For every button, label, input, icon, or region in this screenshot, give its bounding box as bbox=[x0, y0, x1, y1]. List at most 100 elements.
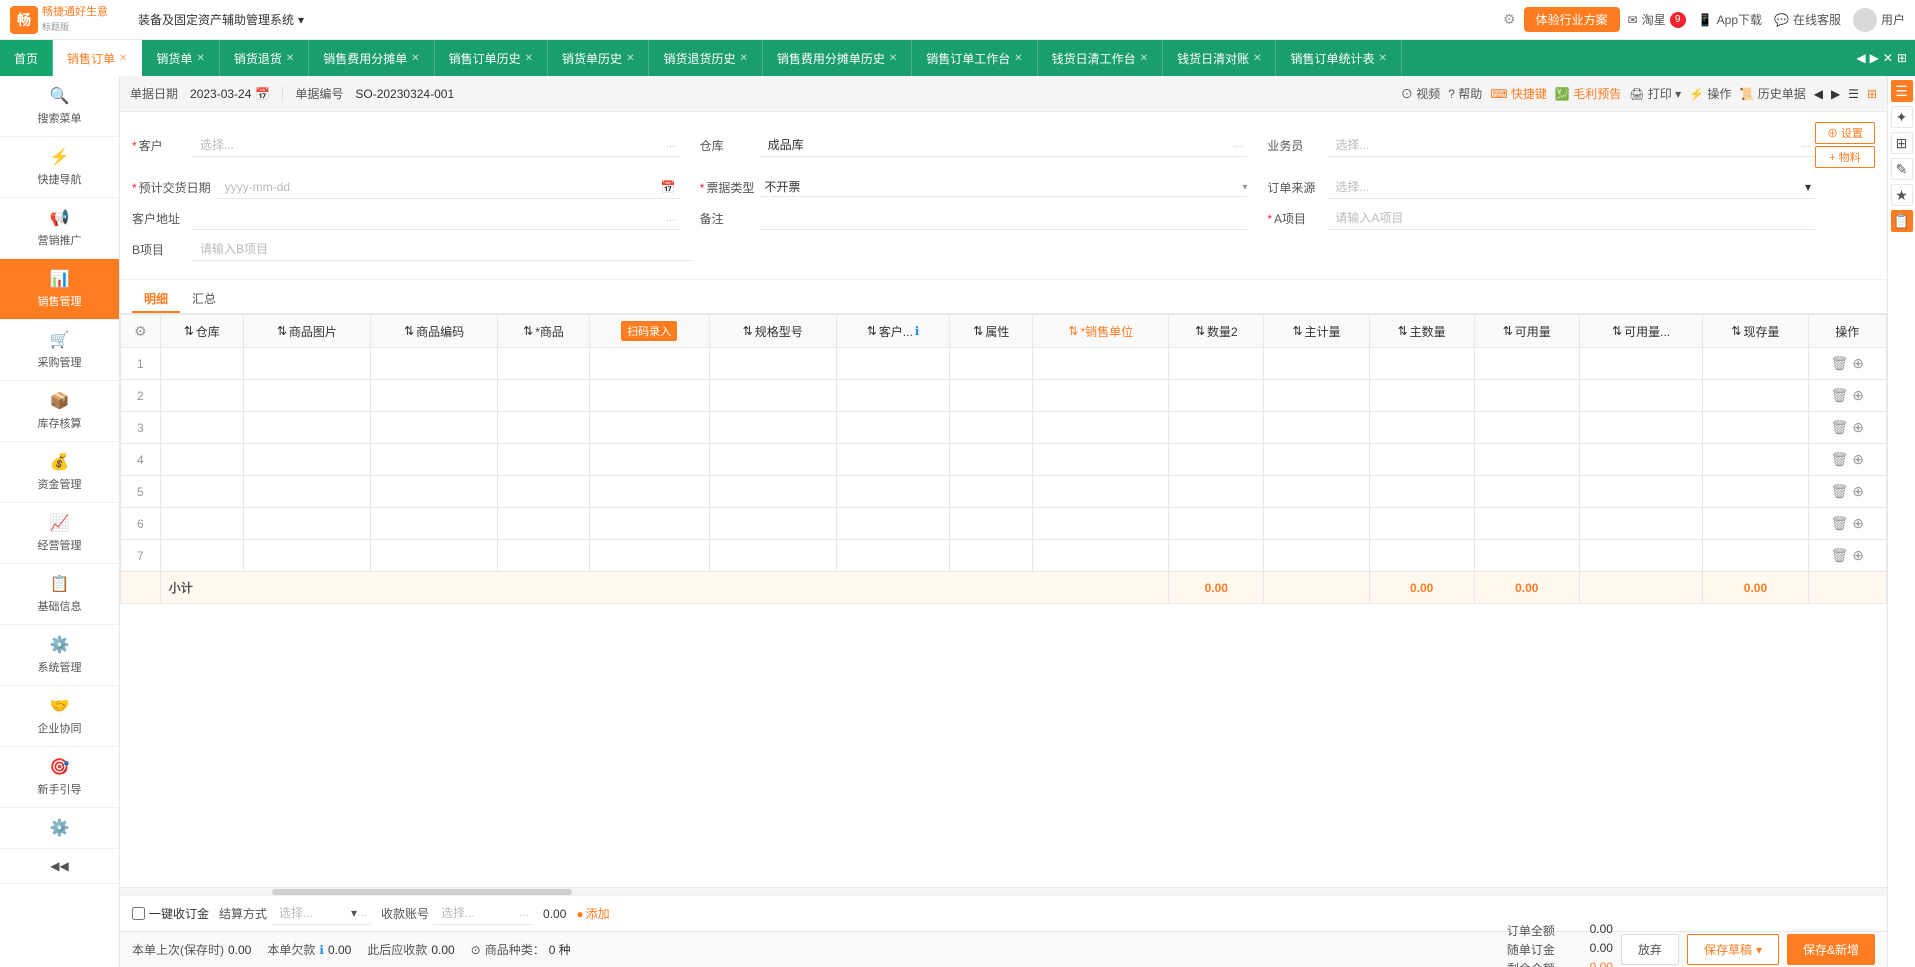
close-tab-icon[interactable]: ✕ bbox=[1140, 53, 1148, 64]
cell-current[interactable] bbox=[1703, 540, 1808, 572]
cell-product[interactable] bbox=[498, 380, 590, 412]
copy-icon[interactable]: ⊕ bbox=[1852, 387, 1864, 404]
scroll-thumb[interactable] bbox=[272, 889, 572, 895]
cell-main-qty[interactable] bbox=[1369, 476, 1474, 508]
staff-expand-icon[interactable]: … bbox=[1801, 139, 1811, 150]
maximize-icon[interactable]: ⊞ bbox=[1897, 51, 1907, 65]
cell-qty2[interactable] bbox=[1169, 476, 1264, 508]
cell-product[interactable] bbox=[498, 540, 590, 572]
save-draft-button[interactable]: 保存草稿 ▾ bbox=[1687, 934, 1779, 965]
cell-scan[interactable] bbox=[589, 412, 709, 444]
b-project-wrap[interactable] bbox=[192, 238, 693, 261]
cell-scan[interactable] bbox=[589, 380, 709, 412]
sidebar-item-system[interactable]: ⚙️ 系统管理 bbox=[0, 625, 119, 686]
tab-summary[interactable]: 汇总 bbox=[180, 286, 228, 313]
warehouse-expand-icon[interactable]: … bbox=[1233, 139, 1243, 150]
cell-avail2[interactable] bbox=[1579, 508, 1703, 540]
cell-avail[interactable] bbox=[1474, 348, 1579, 380]
sort-icon[interactable]: ⇅ bbox=[1195, 324, 1205, 338]
cell-code[interactable] bbox=[370, 508, 497, 540]
cell-image[interactable] bbox=[243, 476, 370, 508]
payment-account-input[interactable] bbox=[437, 904, 519, 922]
payment-account-wrap[interactable]: … bbox=[433, 902, 533, 925]
copy-icon[interactable]: ⊕ bbox=[1852, 515, 1864, 532]
save-draft-arrow-icon[interactable]: ▾ bbox=[1756, 943, 1762, 957]
tab-cash-workbench[interactable]: 钱货日清工作台 ✕ bbox=[1038, 40, 1163, 76]
sort-icon[interactable]: ⇅ bbox=[1612, 324, 1622, 338]
cell-attr[interactable] bbox=[950, 348, 1033, 380]
close-tab-icon[interactable]: ✕ bbox=[286, 53, 294, 64]
tab-return-history[interactable]: 销货退货历史 ✕ bbox=[649, 40, 762, 76]
cell-image[interactable] bbox=[243, 508, 370, 540]
account-expand-icon[interactable]: … bbox=[519, 908, 529, 919]
cell-main-unit[interactable] bbox=[1264, 380, 1369, 412]
cell-avail2[interactable] bbox=[1579, 412, 1703, 444]
settings-icon[interactable]: ⚙ bbox=[1503, 11, 1516, 28]
cell-avail2[interactable] bbox=[1579, 476, 1703, 508]
cell-avail2[interactable] bbox=[1579, 380, 1703, 412]
next-tab-icon[interactable]: ▶ bbox=[1870, 51, 1879, 65]
cell-image[interactable] bbox=[243, 380, 370, 412]
col-settings[interactable]: ⚙ bbox=[121, 315, 161, 348]
cell-warehouse[interactable] bbox=[160, 412, 243, 444]
cell-warehouse[interactable] bbox=[160, 444, 243, 476]
cell-current[interactable] bbox=[1703, 412, 1808, 444]
cell-warehouse[interactable] bbox=[160, 380, 243, 412]
cell-qty2[interactable] bbox=[1169, 444, 1264, 476]
operations-btn[interactable]: ⚡ 操作 bbox=[1689, 85, 1731, 102]
delivery-calendar-icon[interactable]: 📅 bbox=[661, 180, 676, 194]
sidebar-item-finance[interactable]: 💰 资金管理 bbox=[0, 442, 119, 503]
cell-main-unit[interactable] bbox=[1264, 540, 1369, 572]
cell-avail[interactable] bbox=[1474, 380, 1579, 412]
save-new-button[interactable]: 保存&新增 bbox=[1787, 934, 1875, 965]
copy-icon[interactable]: ⊕ bbox=[1852, 419, 1864, 436]
sidebar-item-purchase[interactable]: 🛒 采购管理 bbox=[0, 320, 119, 381]
right-panel-btn-5[interactable]: ★ bbox=[1891, 184, 1913, 206]
add-payment-btn[interactable]: ● 添加 bbox=[576, 905, 609, 922]
cell-unit[interactable] bbox=[1033, 508, 1169, 540]
right-panel-btn-6[interactable]: 📋 bbox=[1891, 210, 1913, 232]
close-tab-icon[interactable]: ✕ bbox=[119, 53, 127, 64]
sidebar-item-settings[interactable]: ⚙️ bbox=[0, 808, 119, 849]
address-input[interactable] bbox=[196, 209, 666, 227]
cell-avail[interactable] bbox=[1474, 508, 1579, 540]
right-panel-btn-1[interactable]: ☰ bbox=[1891, 80, 1913, 102]
calendar-icon[interactable]: 📅 bbox=[255, 87, 270, 101]
cell-product[interactable] bbox=[498, 508, 590, 540]
prev-tab-icon[interactable]: ◀ bbox=[1856, 51, 1865, 65]
cell-spec[interactable] bbox=[709, 412, 836, 444]
cell-product[interactable] bbox=[498, 412, 590, 444]
address-expand-icon[interactable]: … bbox=[666, 213, 676, 224]
sort-icon[interactable]: ⇅ bbox=[523, 324, 533, 338]
cell-scan[interactable] bbox=[589, 540, 709, 572]
search-product-icon[interactable]: ⊙ bbox=[471, 943, 481, 957]
cell-main-unit[interactable] bbox=[1264, 476, 1369, 508]
delete-icon[interactable]: 🗑 bbox=[1831, 451, 1849, 468]
next-record-icon[interactable]: ▶ bbox=[1831, 87, 1840, 101]
tab-home[interactable]: 首页 bbox=[0, 40, 53, 76]
cell-warehouse[interactable] bbox=[160, 348, 243, 380]
payment-method-wrap[interactable]: ▾ … bbox=[271, 902, 371, 925]
cell-image[interactable] bbox=[243, 348, 370, 380]
table-view-icon[interactable]: ⊞ bbox=[1867, 87, 1877, 101]
cell-spec[interactable] bbox=[709, 380, 836, 412]
delete-icon[interactable]: 🗑 bbox=[1831, 483, 1849, 500]
tab-sales-return[interactable]: 销货退货 ✕ bbox=[220, 40, 309, 76]
cell-product[interactable] bbox=[498, 444, 590, 476]
cell-scan[interactable] bbox=[589, 508, 709, 540]
note-input[interactable] bbox=[764, 209, 1244, 227]
cell-customer-code[interactable] bbox=[836, 412, 950, 444]
sort-icon[interactable]: ⇅ bbox=[1398, 324, 1408, 338]
history-btn[interactable]: 📜 历史单据 bbox=[1739, 85, 1805, 102]
sidebar-item-operation[interactable]: 📈 经营管理 bbox=[0, 503, 119, 564]
cell-current[interactable] bbox=[1703, 444, 1808, 476]
warehouse-input[interactable] bbox=[764, 136, 1234, 154]
cell-avail[interactable] bbox=[1474, 412, 1579, 444]
tab-fee-history[interactable]: 销售费用分摊单历史 ✕ bbox=[763, 40, 912, 76]
close-tab-icon[interactable]: ✕ bbox=[196, 53, 204, 64]
tab-order-history[interactable]: 销售订单历史 ✕ bbox=[435, 40, 548, 76]
cell-unit[interactable] bbox=[1033, 380, 1169, 412]
delivery-input-wrap[interactable]: 📅 bbox=[217, 176, 680, 199]
close-tab-icon[interactable]: ✕ bbox=[1253, 53, 1261, 64]
cell-main-qty[interactable] bbox=[1369, 444, 1474, 476]
